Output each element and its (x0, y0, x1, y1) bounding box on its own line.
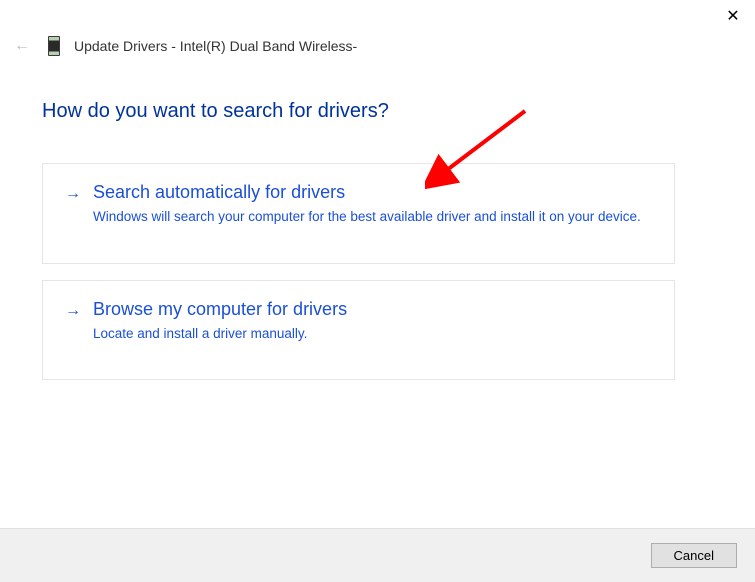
option-description: Windows will search your computer for th… (93, 207, 652, 227)
device-icon (48, 36, 60, 56)
dialog-header: ← Update Drivers - Intel(R) Dual Band Wi… (10, 35, 357, 57)
option-title: Browse my computer for drivers (93, 299, 347, 320)
arrow-right-icon: → (65, 302, 81, 320)
back-button[interactable]: ← (10, 35, 34, 57)
content-area: How do you want to search for drivers? →… (42, 100, 675, 396)
option-browse-computer[interactable]: → Browse my computer for drivers Locate … (42, 280, 675, 381)
option-title: Search automatically for drivers (93, 182, 345, 203)
close-icon[interactable]: ✕ (721, 4, 745, 28)
dialog-title: Update Drivers - Intel(R) Dual Band Wire… (74, 38, 357, 54)
option-header: → Search automatically for drivers (65, 182, 652, 203)
cancel-button[interactable]: Cancel (651, 543, 737, 568)
question-heading: How do you want to search for drivers? (42, 100, 675, 123)
dialog-footer: Cancel (0, 528, 755, 582)
arrow-right-icon: → (65, 185, 81, 203)
option-search-automatically[interactable]: → Search automatically for drivers Windo… (42, 163, 675, 264)
option-description: Locate and install a driver manually. (93, 324, 652, 344)
option-header: → Browse my computer for drivers (65, 299, 652, 320)
